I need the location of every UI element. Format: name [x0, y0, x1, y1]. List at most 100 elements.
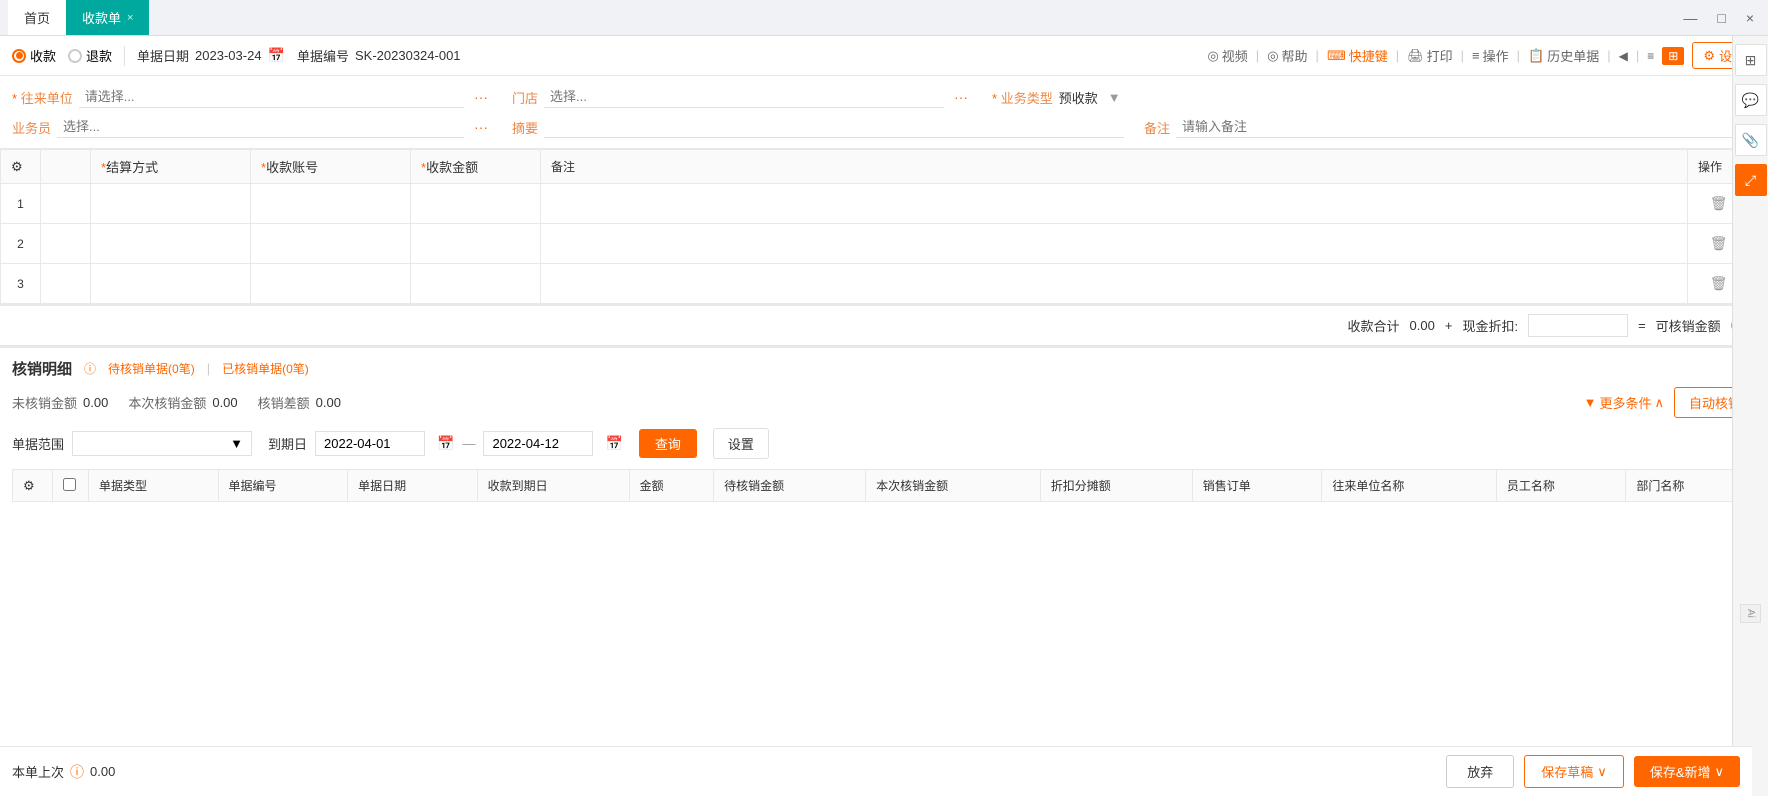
filter-settings-btn[interactable]: 设置 — [713, 428, 769, 459]
col-settings[interactable]: ⚙ — [1, 150, 41, 184]
range-chevron-icon: ▼ — [230, 436, 243, 451]
tab-receipt[interactable]: 收款单 × — [66, 0, 149, 35]
col-num — [41, 150, 91, 184]
nav-grid[interactable]: ⊞ — [1662, 47, 1684, 65]
date-from-input[interactable] — [315, 431, 425, 456]
row2-amount[interactable] — [411, 224, 541, 264]
panel-title: 核销明细 — [12, 358, 72, 379]
row3-amount[interactable] — [411, 264, 541, 304]
number-label: 单据编号 — [297, 46, 349, 65]
salesperson-field: 业务员 ··· — [12, 116, 492, 138]
help-action[interactable]: ◎ 帮助 — [1267, 46, 1307, 65]
receipt-radio[interactable]: 收款 — [12, 46, 56, 65]
discount-input[interactable] — [1528, 314, 1628, 337]
store-more-icon[interactable]: ··· — [950, 89, 972, 105]
row3-delete-icon[interactable]: 🗑 — [1710, 275, 1728, 292]
unverified-stat: 未核销金额 0.00 — [12, 393, 108, 412]
date-from-calendar-icon[interactable]: 📅 — [437, 435, 454, 452]
date-to-calendar-icon[interactable]: 📅 — [605, 435, 622, 452]
row1-amount[interactable] — [411, 184, 541, 224]
date-to-input[interactable] — [483, 431, 593, 456]
minimize-btn[interactable]: — — [1677, 10, 1703, 26]
operation-action[interactable]: ≡ 操作 — [1472, 46, 1509, 65]
row1-settlement[interactable] — [91, 184, 251, 224]
row3-remark[interactable] — [541, 264, 1688, 304]
summary-input[interactable] — [544, 116, 1124, 138]
close-btn[interactable]: × — [1740, 10, 1760, 26]
row3-account[interactable] — [251, 264, 411, 304]
shortcut-action[interactable]: ⌨ 快捷键 — [1327, 46, 1388, 65]
completed-tab[interactable]: 已核销单据(0笔) — [222, 360, 309, 377]
row1-remark[interactable] — [541, 184, 1688, 224]
row3-settlement[interactable] — [91, 264, 251, 304]
footer-right: 放弃 保存草稿 ∨ 保存&新增 ∨ — [1446, 755, 1740, 788]
ai-label[interactable]: Ai — [1740, 604, 1761, 623]
save-new-btn[interactable]: 保存&新增 ∨ — [1634, 756, 1740, 787]
calendar-icon[interactable]: 📅 — [268, 47, 285, 64]
this-doc-info-icon[interactable]: ⓘ — [70, 762, 84, 782]
row2-settlement[interactable] — [91, 224, 251, 264]
history-label: 历史单据 — [1547, 46, 1599, 65]
available-label: 可核销金额 — [1656, 316, 1721, 335]
row2-account[interactable] — [251, 224, 411, 264]
row2-remark[interactable] — [541, 224, 1688, 264]
row1-delete-icon[interactable]: 🗑 — [1710, 195, 1728, 212]
date-label: 单据日期 — [137, 46, 189, 65]
range-select[interactable]: ▼ — [72, 431, 252, 456]
date-value: 2023-03-24 — [195, 48, 262, 63]
maximize-btn[interactable]: □ — [1711, 10, 1731, 26]
business-type-arrow[interactable]: ▼ — [1108, 90, 1121, 105]
salesperson-input[interactable] — [57, 116, 464, 138]
rp-comment-icon[interactable]: 💬 — [1735, 84, 1767, 116]
tab-bar-right: — □ × — [1677, 10, 1760, 26]
number-field: 单据编号 SK-20230324-001 — [297, 46, 461, 65]
select-all-checkbox[interactable] — [63, 478, 76, 491]
save-new-label: 保存&新增 — [1650, 762, 1711, 781]
nav-prev[interactable]: ◀ — [1619, 49, 1628, 63]
tab-receipt-label: 收款单 — [82, 8, 121, 27]
print-action[interactable]: 🖨 打印 — [1407, 46, 1453, 65]
tab-close-icon[interactable]: × — [127, 12, 133, 24]
history-icon: 📋 — [1528, 48, 1544, 64]
store-input[interactable] — [544, 86, 944, 108]
save-draft-btn[interactable]: 保存草稿 ∨ — [1524, 755, 1624, 788]
rp-attachment-icon[interactable]: 📎 — [1735, 124, 1767, 156]
tab-home[interactable]: 首页 — [8, 0, 66, 35]
row2-num-extra — [41, 224, 91, 264]
shortcut-icon: ⌨ — [1327, 48, 1346, 64]
row2-delete-icon[interactable]: 🗑 — [1710, 235, 1728, 252]
rp-expand-icon[interactable]: ⤢ — [1735, 164, 1767, 196]
row1-account[interactable] — [251, 184, 411, 224]
history-action[interactable]: 📋 历史单据 — [1528, 46, 1599, 65]
query-btn[interactable]: 查询 — [639, 429, 697, 458]
main-content: 收款 退款 单据日期 2023-03-24 📅 单据编号 SK-20230324… — [0, 36, 1768, 796]
video-action[interactable]: ◎ 视频 — [1207, 46, 1247, 65]
rp-table-icon[interactable]: ⊞ — [1735, 44, 1767, 76]
print-label: 打印 — [1427, 46, 1453, 65]
summary-field: 摘要 — [512, 116, 1124, 138]
shortcut-label: 快捷键 — [1349, 46, 1388, 65]
counterpart-input[interactable] — [79, 86, 464, 108]
panel-info-icon[interactable]: ⓘ — [84, 360, 96, 377]
refund-radio[interactable]: 退款 — [68, 46, 112, 65]
remark-input[interactable] — [1176, 116, 1756, 138]
pending-tab[interactable]: 待核销单据(0笔) — [108, 360, 195, 377]
btcol-settings[interactable]: ⚙ — [13, 470, 53, 502]
current-label: 本次核销金额 — [128, 393, 206, 412]
summary-label: 摘要 — [512, 118, 538, 137]
more-conditions[interactable]: ▼ 更多条件 ∧ — [1584, 393, 1664, 412]
counterpart-more-icon[interactable]: ··· — [470, 89, 492, 105]
filter-icon: ▼ — [1584, 395, 1597, 410]
btcol-amount: 金额 — [629, 470, 713, 502]
row3-num-extra — [41, 264, 91, 304]
nav-list[interactable]: ≡ — [1647, 49, 1654, 63]
btcol-checkbox[interactable] — [53, 470, 89, 502]
more-conditions-label: 更多条件 — [1599, 393, 1651, 412]
row1-num-extra — [41, 184, 91, 224]
video-label: 视频 — [1222, 46, 1248, 65]
discard-btn[interactable]: 放弃 — [1446, 755, 1514, 788]
store-label: 门店 — [512, 88, 538, 107]
salesperson-more-icon[interactable]: ··· — [470, 119, 492, 135]
col-settlement-header: *结算方式 — [91, 150, 251, 184]
form-section: * 往来单位 ··· 门店 ··· * 业务类型 预收款 ▼ 业务员 — [0, 76, 1768, 149]
